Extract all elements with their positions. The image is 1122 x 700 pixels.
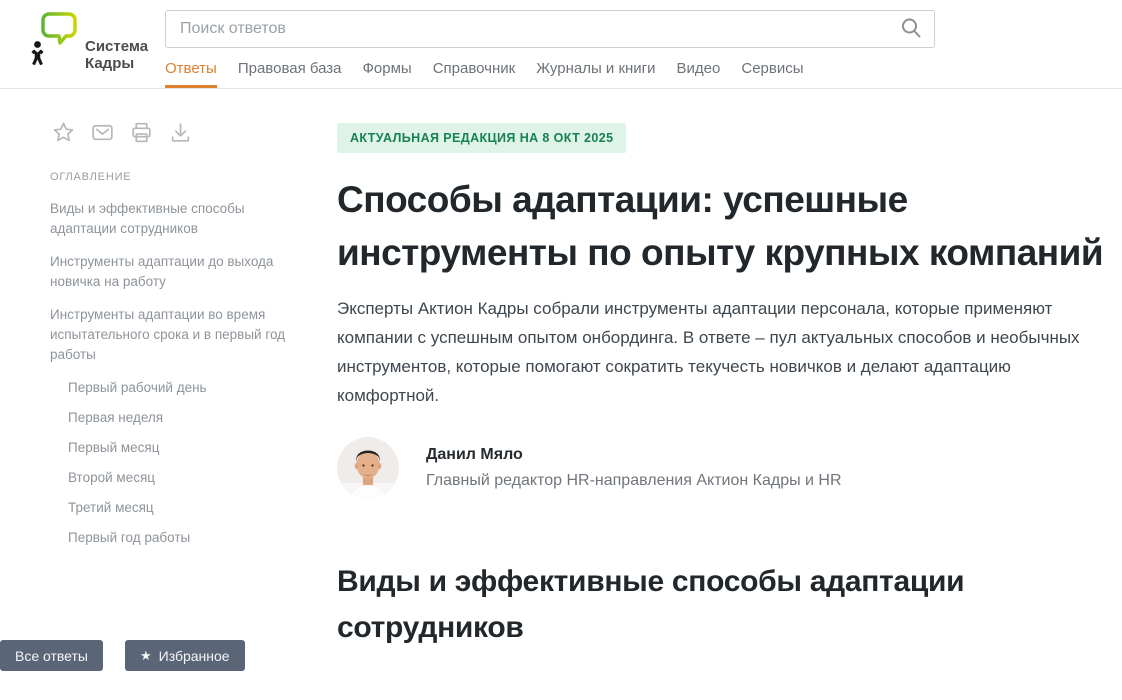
- author-avatar: [337, 437, 399, 499]
- article-title: Способы адаптации: успешные инструменты …: [337, 179, 1104, 273]
- section-heading: Виды и эффективные способы адаптации сот…: [337, 565, 965, 644]
- logo[interactable]: Система Кадры: [28, 8, 148, 72]
- toc-item[interactable]: Первая неделя: [68, 408, 300, 428]
- favorites-button[interactable]: ★ Избранное: [124, 640, 245, 671]
- favorite-star-button[interactable]: [50, 120, 76, 146]
- download-icon: [171, 123, 189, 142]
- favorites-label: Избранное: [158, 647, 230, 664]
- author-info: Данил Мяло Главный редактор HR-направлен…: [426, 446, 842, 490]
- toc-item[interactable]: Первый рабочий день: [68, 378, 300, 398]
- toc-item[interactable]: Первый месяц: [68, 438, 300, 458]
- page: Система Кадры Ответы Правовая база Формы…: [0, 0, 1122, 700]
- nav-tab[interactable]: Видео: [677, 60, 721, 88]
- toc-item[interactable]: Инструменты адаптации во время испытател…: [50, 305, 300, 365]
- star-icon: ★: [139, 648, 152, 663]
- toc-item[interactable]: Третий месяц: [68, 498, 300, 518]
- download-button[interactable]: [167, 120, 193, 146]
- toc-heading: ОГЛАВЛЕНИЕ: [50, 171, 132, 183]
- author-role: Главный редактор HR-направления Актион К…: [426, 472, 842, 489]
- toc-item[interactable]: Первый год работы: [68, 528, 300, 548]
- logo-bubble-icon: [31, 12, 77, 66]
- nav-tab[interactable]: Формы: [363, 60, 412, 88]
- author-block: Данил Мяло Главный редактор HR-направлен…: [337, 437, 1112, 499]
- article-lead: Эксперты Актион Кадры собрали инструмент…: [337, 299, 1080, 405]
- search-icon: [902, 18, 921, 38]
- main-nav: Ответы Правовая база Формы Справочник Жу…: [165, 60, 804, 88]
- logo-text-line1: Система: [85, 38, 149, 55]
- logo-text-line2: Кадры: [85, 55, 135, 72]
- article: АКТУАЛЬНАЯ РЕДАКЦИЯ НА 8 ОКТ 2025 Способ…: [337, 123, 1112, 651]
- document-actions: [50, 120, 193, 146]
- mail-button[interactable]: [89, 120, 115, 146]
- table-of-contents: Виды и эффективные способы адаптации сот…: [50, 199, 300, 558]
- mail-icon: [91, 124, 113, 141]
- nav-tab[interactable]: Журналы и книги: [536, 60, 655, 88]
- logo-person-figure: [31, 41, 44, 66]
- nav-tab[interactable]: Правовая база: [238, 60, 342, 88]
- header: Система Кадры Ответы Правовая база Формы…: [0, 0, 1122, 89]
- author-name: Данил Мяло: [426, 446, 523, 463]
- star-icon: [53, 122, 73, 142]
- toc-item[interactable]: Второй месяц: [68, 468, 300, 488]
- nav-tab[interactable]: Сервисы: [741, 60, 803, 88]
- logo-text: Система Кадры: [85, 38, 148, 72]
- all-answers-button[interactable]: Все ответы: [0, 640, 103, 671]
- search-input[interactable]: [165, 10, 935, 48]
- toc-item[interactable]: Инструменты адаптации до выхода новичка …: [50, 252, 300, 292]
- nav-tab[interactable]: Справочник: [433, 60, 516, 88]
- edition-badge: АКТУАЛЬНАЯ РЕДАКЦИЯ НА 8 ОКТ 2025: [337, 123, 627, 153]
- nav-tab[interactable]: Ответы: [165, 60, 217, 88]
- all-answers-label: Все ответы: [15, 647, 88, 664]
- toc-item[interactable]: Виды и эффективные способы адаптации сот…: [50, 199, 300, 239]
- print-button[interactable]: [128, 120, 154, 146]
- search-button[interactable]: [896, 16, 926, 42]
- sidebar-footer-buttons: Все ответы ★ Избранное: [0, 640, 245, 671]
- print-icon: [131, 122, 151, 143]
